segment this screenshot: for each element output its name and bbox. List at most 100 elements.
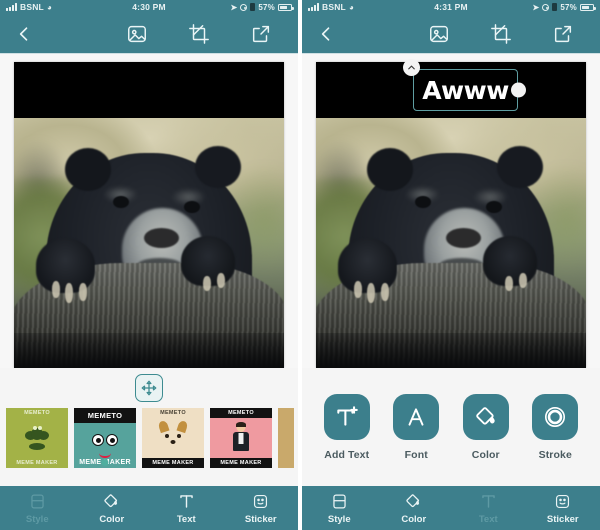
battery-percent-label: 57%	[560, 2, 577, 12]
image-picker-icon[interactable]	[126, 23, 148, 45]
phone-screen-left: BSNL ◕ 4:30 PM ➤ 57% MEMETO MEME MAKER M…	[0, 0, 298, 530]
template-art	[74, 423, 136, 458]
tab-label: Color	[99, 513, 125, 525]
bear-eye-left	[414, 195, 431, 208]
template-art	[142, 418, 204, 458]
action-stroke[interactable]: Stroke	[524, 394, 586, 461]
bear-claw	[518, 273, 527, 288]
bear-eye-right	[184, 200, 201, 213]
bear-claw	[216, 273, 225, 288]
battery-icon	[580, 3, 596, 11]
tab-label: Color	[401, 513, 427, 525]
paint-bucket-icon	[462, 394, 509, 440]
crop-icon[interactable]	[188, 23, 210, 45]
action-font[interactable]: Font	[385, 394, 447, 461]
smiley-face-icon	[90, 430, 120, 458]
suit-man-icon	[231, 422, 251, 453]
tab-color[interactable]: Color	[377, 492, 452, 525]
image-picker-icon[interactable]	[428, 23, 450, 45]
template-bottom-text: MEME MAKER	[210, 458, 272, 468]
tab-label: Style	[327, 513, 351, 525]
alarm-icon	[240, 3, 248, 11]
template-top-text: MEMETO	[210, 408, 272, 418]
template-art	[6, 418, 68, 458]
rotate-handle[interactable]	[403, 59, 421, 76]
wifi-icon: ◕	[348, 2, 354, 12]
template-strip[interactable]: MEMETO MEME MAKER MEMETO MEME MAKER MEME…	[0, 402, 298, 468]
signal-bars-icon	[308, 3, 319, 11]
action-add-text[interactable]: Add Text	[316, 394, 378, 461]
header-actions	[126, 23, 298, 45]
bear-claw	[51, 280, 60, 298]
tab-label: Style	[25, 513, 49, 525]
template-top-text: MEMETO	[74, 408, 136, 423]
action-label: Add Text	[324, 449, 370, 461]
tab-sticker[interactable]: Sticker	[526, 492, 600, 525]
log-shadow	[316, 333, 586, 368]
stroke-circle-icon	[532, 394, 579, 440]
tab-label: Sticker	[546, 513, 579, 525]
signal-bars-icon	[6, 3, 17, 11]
bear-ear-left	[367, 148, 414, 191]
template-bottom-text: MEME MAKER	[16, 460, 58, 466]
template-art	[210, 418, 272, 458]
tab-label: Text	[478, 513, 498, 525]
meme-canvas[interactable]: Awww	[316, 59, 586, 368]
battery-icon	[278, 3, 294, 11]
bottom-tab-bar: Style Color Text Sticker	[0, 486, 298, 530]
tab-style[interactable]: Style	[0, 492, 75, 525]
bear-claw	[505, 275, 514, 291]
bear-claw	[78, 283, 87, 301]
battery-percent-label: 57%	[258, 2, 275, 12]
back-chevron-icon[interactable]	[14, 24, 34, 44]
tab-text[interactable]: Text	[149, 492, 224, 525]
bear-eye-left	[112, 195, 129, 208]
bottom-tab-bar: Style Color Text Sticker	[302, 486, 600, 530]
meme-top-band[interactable]: Awww	[316, 59, 586, 118]
phone-screen-right: BSNL ◕ 4:31 PM ➤ 57% Awww Add Text Font …	[302, 0, 600, 530]
template-top-text: MEMETO	[160, 410, 186, 416]
bear-ear-right	[496, 145, 543, 188]
template-thumbnail[interactable]: MEMETO MEME MAKER	[74, 408, 136, 468]
template-thumbnail[interactable]: MEMETO MEME MAKER	[210, 408, 272, 468]
bear-claw	[203, 275, 212, 291]
bear-eye-right	[486, 200, 503, 213]
template-thumbnail[interactable]: MEMETO MEME MAKER	[6, 408, 68, 468]
text-overlay-box[interactable]: Awww	[403, 59, 526, 111]
template-thumbnail-partial[interactable]	[278, 408, 294, 468]
meme-photo[interactable]	[14, 118, 284, 368]
meme-canvas[interactable]	[14, 62, 284, 368]
tab-color[interactable]: Color	[75, 492, 150, 525]
do-not-disturb-icon	[552, 3, 558, 11]
bear-ear-right	[194, 145, 241, 188]
share-export-icon[interactable]	[552, 23, 574, 45]
action-label: Stroke	[538, 449, 572, 461]
expand-move-icon[interactable]	[135, 374, 163, 402]
action-color[interactable]: Color	[455, 394, 517, 461]
share-export-icon[interactable]	[250, 23, 272, 45]
location-arrow-icon: ➤	[230, 2, 238, 12]
bear-ear-left	[65, 148, 112, 191]
status-bar-right: ➤ 57%	[532, 2, 596, 12]
resize-handle[interactable]	[510, 82, 526, 98]
status-bar-left: BSNL ◕	[6, 2, 52, 12]
do-not-disturb-icon	[250, 3, 256, 11]
meme-photo[interactable]	[316, 118, 586, 368]
back-chevron-icon[interactable]	[316, 24, 336, 44]
bear-claw	[353, 280, 362, 298]
status-bar: BSNL ◕ 4:30 PM ➤ 57%	[0, 0, 298, 14]
crop-icon[interactable]	[490, 23, 512, 45]
add-text-icon	[323, 394, 370, 440]
template-bottom-text: MEME MAKER	[142, 458, 204, 468]
text-action-buttons: Add Text Font Color Stroke	[302, 368, 600, 461]
template-thumbnail[interactable]: MEMETO MEME MAKER	[142, 408, 204, 468]
meme-top-band[interactable]	[14, 62, 284, 118]
tab-sticker[interactable]: Sticker	[224, 492, 299, 525]
tab-style[interactable]: Style	[302, 492, 377, 525]
tab-text[interactable]: Text	[451, 492, 526, 525]
log-shadow	[14, 333, 284, 368]
header-actions	[428, 23, 600, 45]
status-bar-left: BSNL ◕	[308, 2, 354, 12]
status-bar: BSNL ◕ 4:31 PM ➤ 57%	[302, 0, 600, 14]
action-label: Font	[404, 449, 428, 461]
